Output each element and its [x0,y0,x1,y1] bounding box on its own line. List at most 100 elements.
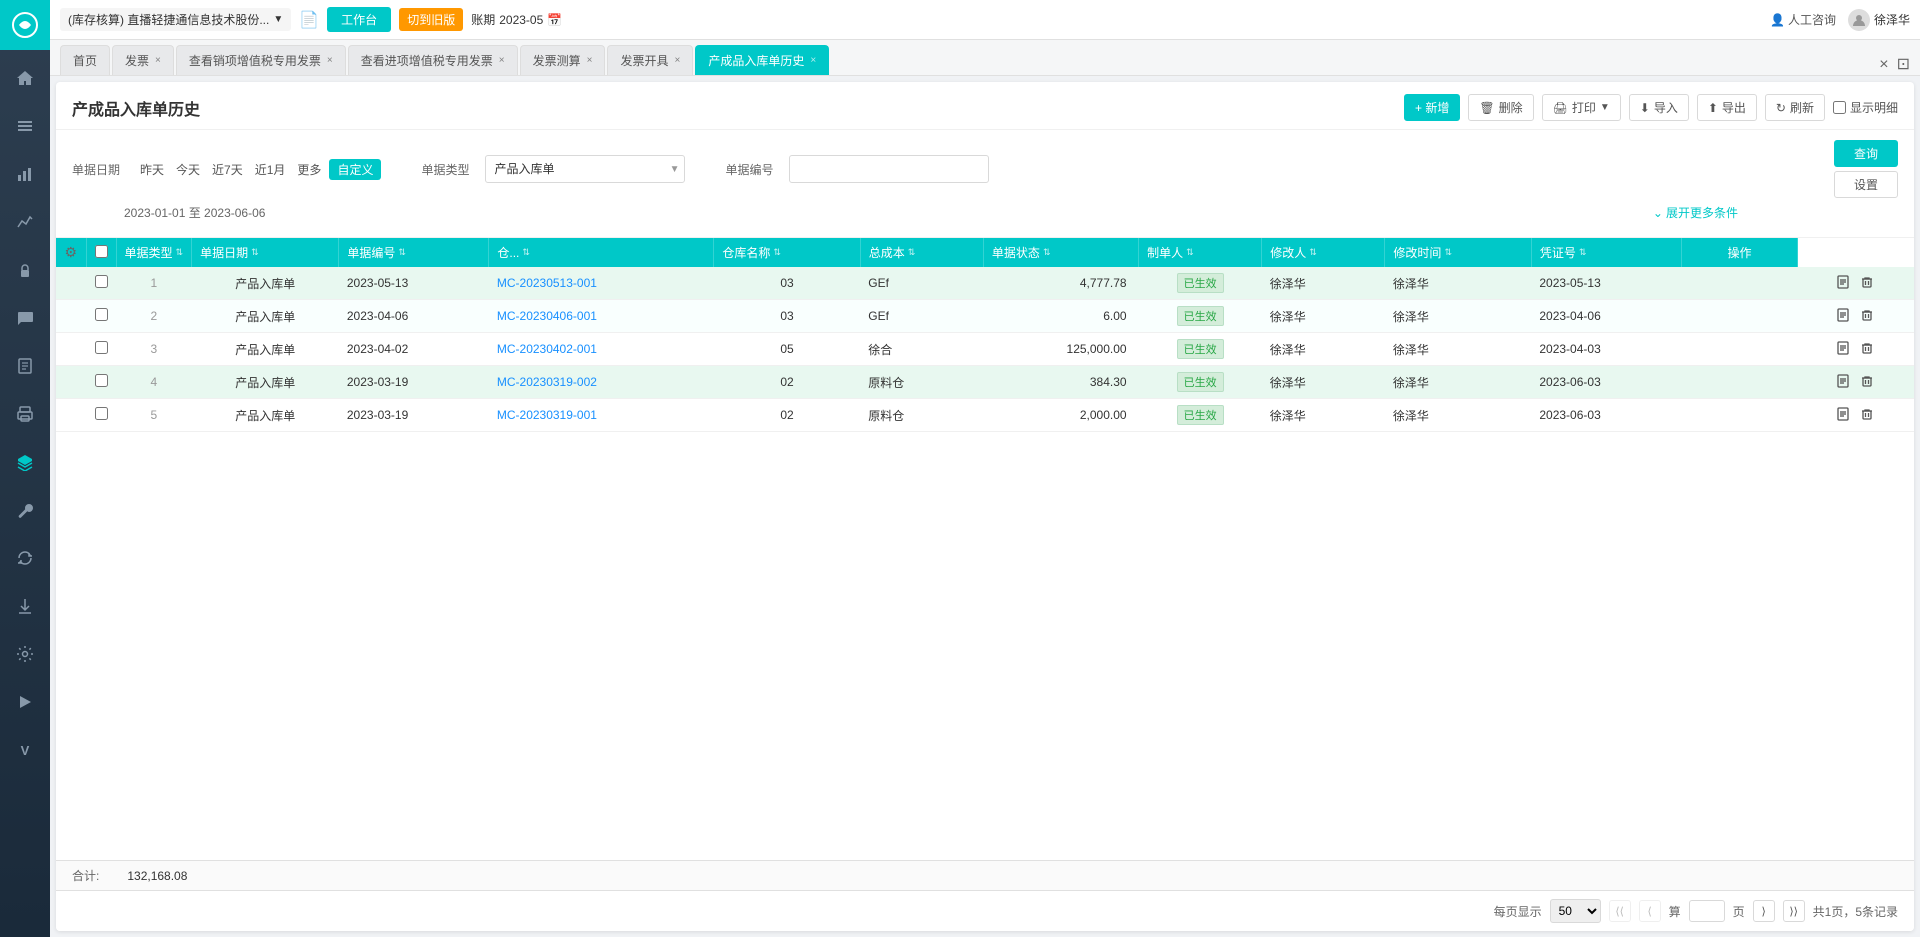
row-edit-button[interactable] [1834,406,1854,425]
tab-invoice-open-close[interactable]: × [674,55,680,66]
tab-product-inbound[interactable]: 产成品入库单历史 × [695,45,829,75]
date-btn-7days[interactable]: 近7天 [208,159,247,180]
th-modify-time[interactable]: 修改时间⇅ [1385,238,1531,267]
tab-invoice-close[interactable]: × [155,55,161,66]
switch-version-button[interactable]: 切到旧版 [399,8,463,31]
export-button[interactable]: ⬆ 导出 [1697,94,1757,121]
sidebar-item-home[interactable] [0,54,50,102]
sidebar-item-download[interactable] [0,582,50,630]
company-selector[interactable]: (库存核算) 直播轻捷通信息技术股份... ▼ [60,8,291,31]
sidebar-item-menu[interactable] [0,102,50,150]
first-page-button[interactable]: ⟨⟨ [1609,900,1631,922]
sidebar-item-chart[interactable] [0,150,50,198]
sidebar-item-version[interactable]: V [0,726,50,774]
tab-invoice-calc[interactable]: 发票测算 × [520,45,606,75]
row-edit-button[interactable] [1834,340,1854,359]
import-button[interactable]: ⬇ 导入 [1629,94,1689,121]
sidebar-item-analysis[interactable] [0,198,50,246]
row-edit-button[interactable] [1834,373,1854,392]
help-button[interactable]: 👤 人工咨询 [1770,11,1836,28]
row-check-cell[interactable] [86,333,116,366]
tab-home[interactable]: 首页 [60,45,110,75]
sidebar-item-play[interactable] [0,678,50,726]
sidebar-item-tool[interactable] [0,486,50,534]
row-check-cell[interactable] [86,300,116,333]
tab-sales-invoice-close[interactable]: × [327,55,333,66]
workbench-button[interactable]: 工作台 [327,7,391,32]
row-delete-button[interactable] [1857,406,1877,425]
date-btn-more[interactable]: 更多 [293,159,325,180]
page-number-input[interactable]: 1 [1689,900,1725,922]
th-type[interactable]: 单据类型⇅ [116,238,192,267]
print-button[interactable]: 🖨 打印 ▼ [1542,94,1621,121]
sidebar-item-lock[interactable] [0,246,50,294]
row-number-link[interactable]: MC-20230319-001 [497,408,597,422]
tab-close-all-button[interactable]: × [1879,57,1888,73]
sidebar-item-print[interactable] [0,390,50,438]
row-number[interactable]: MC-20230513-001 [489,267,714,300]
th-status[interactable]: 单据状态⇅ [983,238,1138,267]
set-button[interactable]: 设置 [1834,171,1898,198]
tab-maximize-button[interactable]: ⊡ [1897,57,1910,73]
th-voucher[interactable]: 凭证号⇅ [1531,238,1681,267]
row-checkbox[interactable] [95,275,108,288]
row-checkbox[interactable] [95,341,108,354]
sidebar-item-settings[interactable] [0,630,50,678]
tab-product-inbound-close[interactable]: × [810,55,816,66]
row-delete-button[interactable] [1857,307,1877,326]
row-edit-button[interactable] [1834,307,1854,326]
type-select[interactable]: 产品入库单 [485,155,685,183]
expand-filter-button[interactable]: ⌄ 展开更多条件 [1653,204,1738,221]
number-input[interactable] [789,155,989,183]
th-date[interactable]: 单据日期⇅ [192,238,339,267]
sidebar-item-document[interactable] [0,342,50,390]
row-delete-button[interactable] [1857,373,1877,392]
row-checkbox[interactable] [95,308,108,321]
row-check-cell[interactable] [86,267,116,300]
th-check[interactable] [86,238,116,267]
row-number[interactable]: MC-20230319-001 [489,399,714,432]
date-btn-1month[interactable]: 近1月 [251,159,290,180]
tab-invoice[interactable]: 发票 × [112,45,174,75]
query-button[interactable]: 查询 [1834,140,1898,167]
date-btn-yesterday[interactable]: 昨天 [136,159,168,180]
delete-button[interactable]: 🗑 删除 [1468,94,1533,121]
select-all-checkbox[interactable] [95,245,108,258]
row-number[interactable]: MC-20230402-001 [489,333,714,366]
row-number-link[interactable]: MC-20230402-001 [497,342,597,356]
row-number-link[interactable]: MC-20230406-001 [497,309,597,323]
settings-gear-icon[interactable]: ⚙ [64,244,77,260]
row-number[interactable]: MC-20230406-001 [489,300,714,333]
last-page-button[interactable]: ⟩⟩ [1783,900,1805,922]
row-check-cell[interactable] [86,366,116,399]
th-modifier[interactable]: 修改人⇅ [1262,238,1385,267]
row-number[interactable]: MC-20230319-002 [489,366,714,399]
row-check-cell[interactable] [86,399,116,432]
tab-purchase-invoice-close[interactable]: × [499,55,505,66]
new-button[interactable]: + 新增 [1404,94,1460,121]
th-settings[interactable]: ⚙ [56,238,86,267]
user-menu[interactable]: 徐泽华 [1848,9,1910,31]
tab-purchase-invoice[interactable]: 查看进项增值税专用发票 × [348,45,518,75]
refresh-button[interactable]: ↻ 刷新 [1765,94,1825,121]
row-delete-button[interactable] [1857,340,1877,359]
tab-invoice-open[interactable]: 发票开具 × [607,45,693,75]
th-number[interactable]: 单据编号⇅ [339,238,489,267]
sidebar-item-sync[interactable] [0,534,50,582]
th-total-cost[interactable]: 总成本⇅ [860,238,983,267]
show-detail-checkbox[interactable] [1833,101,1846,114]
date-btn-today[interactable]: 今天 [172,159,204,180]
show-detail-label[interactable]: 显示明细 [1833,99,1898,116]
date-btn-custom[interactable]: 自定义 [329,159,381,180]
tab-sales-invoice[interactable]: 查看销项增值税专用发票 × [176,45,346,75]
th-warehouse-code[interactable]: 仓...⇅ [489,238,714,267]
sidebar-item-message[interactable] [0,294,50,342]
row-checkbox[interactable] [95,374,108,387]
row-number-link[interactable]: MC-20230319-002 [497,375,597,389]
sidebar-item-inventory[interactable] [0,438,50,486]
tab-invoice-calc-close[interactable]: × [587,55,593,66]
prev-page-button[interactable]: ⟨ [1639,900,1661,922]
th-warehouse-name[interactable]: 仓库名称⇅ [714,238,860,267]
row-checkbox[interactable] [95,407,108,420]
row-edit-button[interactable] [1834,274,1854,293]
